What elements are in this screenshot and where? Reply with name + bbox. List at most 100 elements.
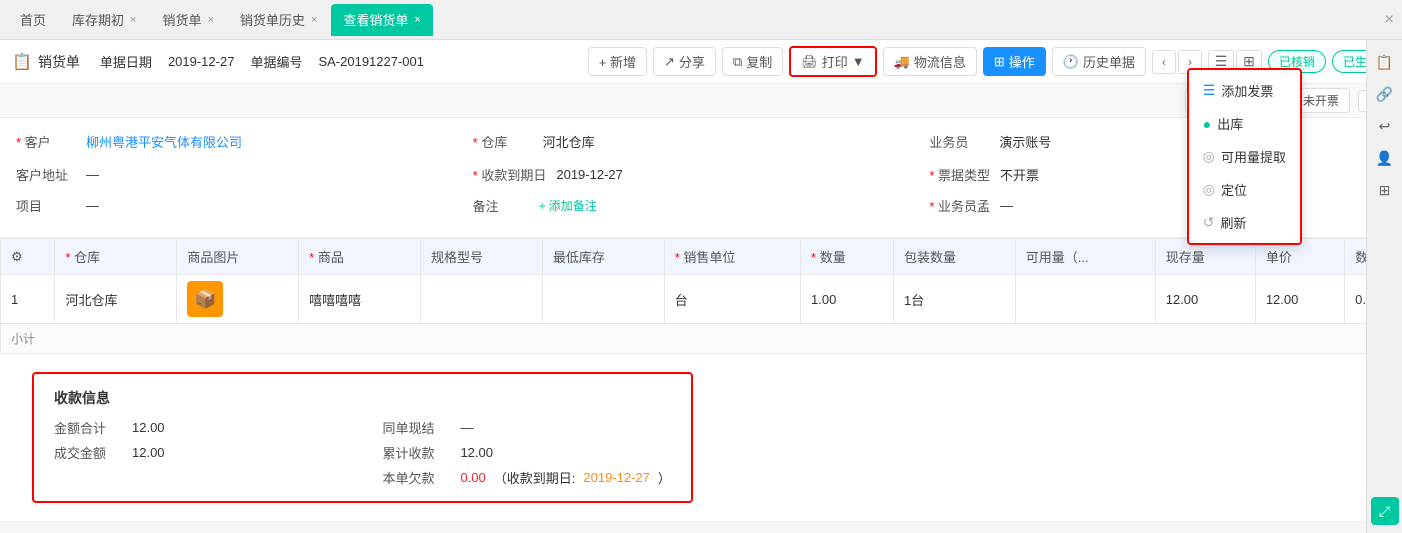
outbound-label: 出库 [1217,114,1243,133]
row-unit-price: 12.00 [1255,275,1344,324]
form-row-1: 客户 柳州粤港平安气体有限公司 仓库 河北仓库 业务员 演示账号 [16,130,1386,153]
sidebar-icon-back[interactable]: ↩ [1371,112,1399,140]
tab-close-view-sales[interactable]: × [414,14,420,26]
col-pack-qty: 包装数量 [893,239,1015,275]
remark-label: 备注 [473,196,533,215]
tab-home[interactable]: 首页 [8,4,58,36]
row-image: 📦 [177,275,299,324]
ticket-field: 票据类型 不开票 [929,163,1386,186]
prev-arrow[interactable]: ‹ [1152,50,1176,74]
doc-number-label: 单据编号 [250,52,302,71]
row-min-stock [542,275,664,324]
share-button[interactable]: ↗ 分享 [653,47,716,76]
col-image: 商品图片 [177,239,299,275]
dropdown-locate[interactable]: ◎ 定位 [1189,173,1300,206]
summary-section: 收款信息 金额合计 12.00 同单现结 — 成交金额 12.00 累计收款 1… [32,372,693,503]
items-table: ⚙ 仓库 商品图片 商品 规格型号 最低库存 销售单位 数量 包装数量 可用量（… [0,238,1402,354]
add-invoice-label: 添加发票 [1221,81,1273,100]
ticket-value: 不开票 [996,163,1043,186]
new-button[interactable]: + 新增 [588,47,647,76]
row-stock: 12.00 [1155,275,1255,324]
address-field: 客户地址 — [16,165,473,184]
summary-container: 收款信息 金额合计 12.00 同单现结 — 成交金额 12.00 累计收款 1… [0,354,1402,521]
subtotal-row: 小计 [1,324,1402,354]
cumulative-value: 12.00 [460,445,493,460]
settlement-label: 同单现结 [382,418,452,437]
dropdown-available-qty[interactable]: ◎ 可用量提取 [1189,140,1300,173]
copy-button[interactable]: ⧉ 复制 [722,47,783,76]
due-date-field: 收款到期日 2019-12-27 [473,165,930,184]
print-button[interactable]: 🖨 打印 ▼ [789,46,876,77]
gear-icon[interactable]: ⚙ [11,249,23,264]
tab-inventory-init[interactable]: 库存期初 × [60,4,148,36]
sidebar-icon-expand[interactable]: ⤢ [1371,497,1399,525]
staff-value: 演示账号 [995,130,1055,153]
tab-close-history[interactable]: × [311,14,317,26]
dropdown-add-invoice[interactable]: ☰ 添加发票 [1189,74,1300,107]
balance-value: 0.00 [460,470,485,485]
customer-value[interactable]: 柳州粤港平安气体有限公司 [82,130,246,153]
doc-type-label: 销货单 [38,52,80,72]
settlement-item: 同单现结 — [382,418,670,437]
available-qty-label: 可用量提取 [1221,147,1286,166]
tab-close-sales[interactable]: × [207,14,213,26]
print-dropdown-arrow: ▼ [852,54,865,69]
form-row-3: 项目 — 备注 + 添加备注 业务员孟 — [16,196,1386,215]
right-sidebar: 📋 🔗 ↩ 👤 ⊞ ⤢ [1366,40,1402,533]
customer-label: 客户 [16,132,76,151]
sidebar-icon-doc[interactable]: 📋 [1371,48,1399,76]
dropdown-menu: ☰ 添加发票 ● 出库 ◎ 可用量提取 ◎ 定位 ↺ 刷新 [1187,68,1302,245]
settlement-value: — [460,420,473,435]
doc-date-label: 单据日期 [100,52,152,71]
summary-title: 收款信息 [54,388,671,408]
outbound-icon: ● [1203,116,1211,132]
tab-bar-close-button[interactable]: × [1385,11,1394,29]
refresh-icon: ↺ [1203,214,1215,231]
dropdown-outbound[interactable]: ● 出库 [1189,107,1300,140]
col-sales-unit: 销售单位 [664,239,800,275]
operate-button[interactable]: ⊞ 操作 [983,47,1046,76]
add-remark-button[interactable]: + 添加备注 [539,197,597,214]
cumulative-label: 累计收款 [382,443,452,462]
balance-note-end: ） [658,468,671,487]
product-image: 📦 [187,281,223,317]
sidebar-icon-user[interactable]: 👤 [1371,144,1399,172]
locate-icon: ◎ [1203,181,1215,198]
dropdown-refresh[interactable]: ↺ 刷新 [1189,206,1300,239]
customer-field: 客户 柳州粤港平安气体有限公司 [16,130,473,153]
total-amount-item: 金额合计 12.00 [54,418,342,437]
print-icon: 🖨 [801,54,818,70]
due-date-label: 收款到期日 [473,165,547,184]
staff-label: 业务员 [929,132,989,151]
logistics-button[interactable]: 🚚 物流信息 [883,47,977,76]
tab-sales-history[interactable]: 销货单历史 × [228,4,329,36]
sidebar-icon-link[interactable]: 🔗 [1371,80,1399,108]
transaction-value: 12.00 [132,445,165,460]
warehouse-field: 仓库 河北仓库 [473,130,930,153]
tab-view-sales[interactable]: 查看销货单 × [331,4,432,36]
row-available [1015,275,1155,324]
locate-label: 定位 [1221,180,1247,199]
address-label: 客户地址 [16,165,76,184]
doc-info: 单据日期 2019-12-27 单据编号 SA-20191227-001 [100,52,424,71]
staff2-field: 业务员孟 — [929,196,1386,215]
logistics-icon: 🚚 [894,54,910,70]
remark-field: 备注 + 添加备注 [473,196,930,215]
col-settings: ⚙ [1,239,55,275]
row-no: 1 [1,275,55,324]
sidebar-icon-grid[interactable]: ⊞ [1371,176,1399,204]
summary-grid: 金额合计 12.00 同单现结 — 成交金额 12.00 累计收款 12.00 … [54,418,671,487]
row-qty: 1.00 [801,275,894,324]
row-spec [421,275,543,324]
share-icon: ↗ [664,54,675,70]
tab-close-inventory[interactable]: × [130,14,136,26]
subtotal-label: 小计 [1,324,1402,354]
warehouse-label: 仓库 [473,132,533,151]
balance-item: 本单欠款 0.00 （收款到期日: 2019-12-27 ） [382,468,670,487]
balance-label: 本单欠款 [382,468,452,487]
tab-sales-order[interactable]: 销货单 × [150,4,225,36]
row-product: 嘻嘻嘻嘻 [299,275,421,324]
total-amount-value: 12.00 [132,420,165,435]
history-button[interactable]: 🕐 历史单据 [1052,47,1146,76]
ticket-label: 票据类型 [929,165,990,184]
